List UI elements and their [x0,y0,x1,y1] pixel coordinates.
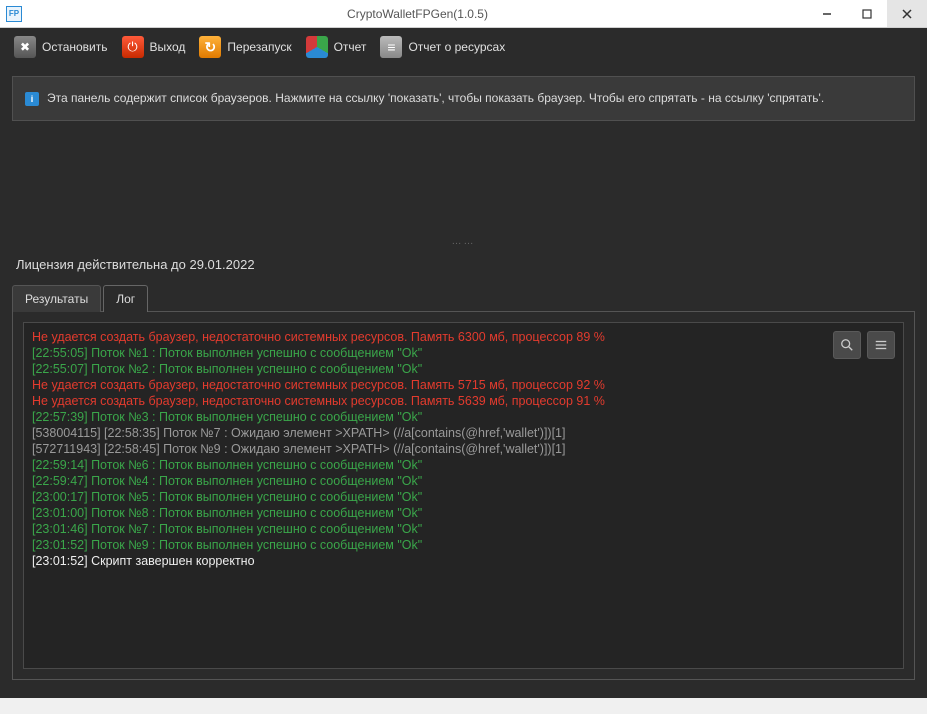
log-controls [833,331,895,359]
tab-log[interactable]: Лог [103,285,148,312]
search-icon [840,338,854,352]
log-line: [538004115] [22:58:35] Поток №7 : Ожидаю… [32,425,895,441]
resource-report-label: Отчет о ресурсах [408,40,505,54]
toolbar: Остановить Выход Перезапуск Отчет Отчет … [0,28,927,66]
title-bar: FP CryptoWalletFPGen(1.0.5) [0,0,927,28]
log-line: Не удается создать браузер, недостаточно… [32,377,895,393]
log-line: [23:01:00] Поток №8 : Поток выполнен усп… [32,505,895,521]
log-line: [22:55:05] Поток №1 : Поток выполнен усп… [32,345,895,361]
tab-results[interactable]: Результаты [12,285,101,312]
tabs: Результаты Лог [0,284,927,311]
window-controls [807,0,927,27]
list-icon [380,36,402,58]
restart-button[interactable]: Перезапуск [193,34,297,60]
license-text: Лицензия действительна до 29.01.2022 [0,251,927,278]
power-icon [122,36,144,58]
log-line: [23:01:52] Поток №9 : Поток выполнен усп… [32,537,895,553]
exit-button[interactable]: Выход [116,34,192,60]
exit-label: Выход [150,40,186,54]
log-line: [23:01:52] Скрипт завершен корректно [32,553,895,569]
log-line: [572711943] [22:58:45] Поток №9 : Ожидаю… [32,441,895,457]
stop-button[interactable]: Остановить [8,34,114,60]
log-line: [23:00:17] Поток №5 : Поток выполнен усп… [32,489,895,505]
bottom-bar [0,698,927,714]
restart-icon [199,36,221,58]
window-title: CryptoWalletFPGen(1.0.5) [28,7,807,21]
spacer-dots: …… [452,236,476,247]
app-icon: FP [6,6,22,22]
pie-chart-icon [306,36,328,58]
resource-report-button[interactable]: Отчет о ресурсах [374,34,511,60]
log-line: [22:57:39] Поток №3 : Поток выполнен усп… [32,409,895,425]
maximize-button[interactable] [847,0,887,27]
minimize-button[interactable] [807,0,847,27]
log-panel: Не удается создать браузер, недостаточно… [12,311,915,680]
menu-icon [874,338,888,352]
log-line: Не удается создать браузер, недостаточно… [32,329,895,345]
log-lines: Не удается создать браузер, недостаточно… [32,329,895,569]
log-search-button[interactable] [833,331,861,359]
report-label: Отчет [334,40,367,54]
app-body: Остановить Выход Перезапуск Отчет Отчет … [0,28,927,698]
restart-label: Перезапуск [227,40,291,54]
stop-label: Остановить [42,40,108,54]
report-button[interactable]: Отчет [300,34,373,60]
stop-icon [14,36,36,58]
spacer: …… [0,131,927,251]
log-line: [22:59:14] Поток №6 : Поток выполнен усп… [32,457,895,473]
log-menu-button[interactable] [867,331,895,359]
close-button[interactable] [887,0,927,27]
info-icon: i [25,92,39,106]
log-line: [23:01:46] Поток №7 : Поток выполнен усп… [32,521,895,537]
log-line: [22:59:47] Поток №4 : Поток выполнен усп… [32,473,895,489]
hint-panel: i Эта панель содержит список браузеров. … [12,76,915,121]
log-line: Не удается создать браузер, недостаточно… [32,393,895,409]
log-line: [22:55:07] Поток №2 : Поток выполнен усп… [32,361,895,377]
log-content: Не удается создать браузер, недостаточно… [23,322,904,669]
hint-text: Эта панель содержит список браузеров. На… [47,91,824,105]
